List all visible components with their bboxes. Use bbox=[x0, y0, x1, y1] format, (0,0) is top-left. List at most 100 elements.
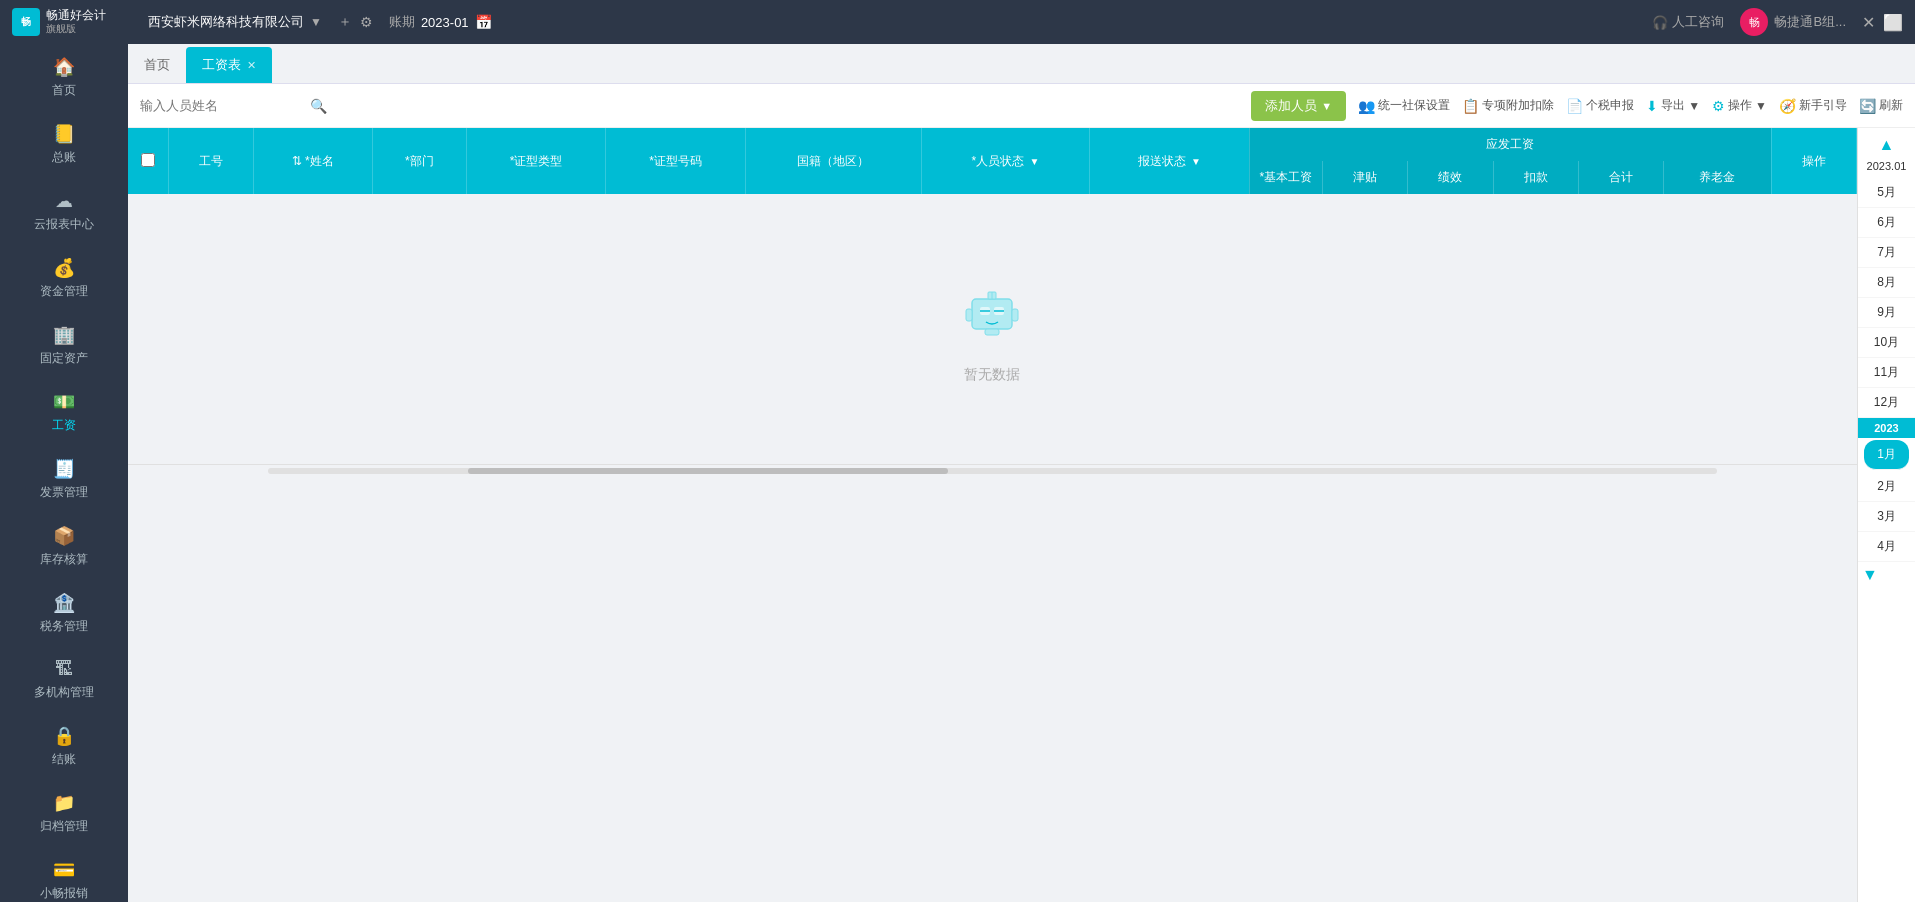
bottom-scrollbar[interactable] bbox=[128, 464, 1857, 476]
top-header: 畅 畅通好会计 旗舰版 西安虾米网络科技有限公司 ▼ ＋ ⚙ 账期 2023-0… bbox=[0, 0, 1915, 44]
panel-nav-down-button[interactable]: ▼ bbox=[1858, 562, 1915, 588]
toolbar: 🔍 添加人员 ▼ 👥 统一社保设置 📋 专项附加扣除 📄 个税申报 bbox=[128, 84, 1915, 128]
close-period-icon: 🔒 bbox=[53, 725, 75, 747]
salary-table: 工号 ⇅ *姓名 *部门 *证型类型 *证型号码 国籍（地区） *人员状态 ▼ bbox=[128, 128, 1857, 464]
sidebar-label-close: 结账 bbox=[52, 751, 76, 768]
search-input[interactable] bbox=[140, 98, 300, 113]
th-deduction: 扣款 bbox=[1493, 161, 1578, 194]
guide-toolbar-icon: 🧭 bbox=[1779, 98, 1796, 114]
social-settings-button[interactable]: 👥 统一社保设置 bbox=[1358, 97, 1450, 114]
sidebar-item-archive[interactable]: 📁 归档管理 bbox=[0, 780, 128, 847]
th-total: 合计 bbox=[1578, 161, 1663, 194]
add-company-button[interactable]: ＋ bbox=[338, 13, 352, 31]
operate-button[interactable]: ⚙ 操作 ▼ bbox=[1712, 97, 1767, 114]
company-name: 西安虾米网络科技有限公司 bbox=[148, 13, 304, 31]
toolbar-right: 添加人员 ▼ 👥 统一社保设置 📋 专项附加扣除 📄 个税申报 ⬇ bbox=[1251, 91, 1903, 121]
sidebar-item-home[interactable]: 🏠 首页 bbox=[0, 44, 128, 111]
panel-nav-up-button[interactable]: ▲ bbox=[1875, 132, 1899, 158]
month-item-6[interactable]: 6月 bbox=[1858, 208, 1915, 238]
sidebar-item-tax[interactable]: 🏦 税务管理 bbox=[0, 580, 128, 647]
th-performance: 绩效 bbox=[1408, 161, 1493, 194]
sidebar-item-multi[interactable]: 🏗 多机构管理 bbox=[0, 647, 128, 713]
deduct-button[interactable]: 📋 专项附加扣除 bbox=[1462, 97, 1554, 114]
period-value: 2023-01 bbox=[421, 15, 469, 30]
select-all-checkbox[interactable] bbox=[141, 153, 155, 167]
tax-report-button[interactable]: 📄 个税申报 bbox=[1566, 97, 1634, 114]
company-dropdown-icon[interactable]: ▼ bbox=[310, 15, 322, 29]
scroll-thumb[interactable] bbox=[468, 468, 948, 474]
sidebar-label-fund: 资金管理 bbox=[40, 283, 88, 300]
calendar-icon[interactable]: 📅 bbox=[475, 14, 492, 30]
sidebar-item-salary[interactable]: 💵 工资 bbox=[0, 379, 128, 446]
sidebar-label-salary: 工资 bbox=[52, 417, 76, 434]
tab-home-label: 首页 bbox=[144, 56, 170, 74]
right-panel-top: ▲ 2023.01 bbox=[1858, 128, 1915, 178]
close-window-button[interactable]: ✕ bbox=[1862, 13, 1875, 32]
sidebar-item-ledger[interactable]: 📒 总账 bbox=[0, 111, 128, 178]
th-status: *人员状态 ▼ bbox=[921, 128, 1089, 194]
empty-state-cell: 暂无数据 bbox=[128, 194, 1857, 464]
guide-button[interactable]: 🧭 新手引导 bbox=[1779, 97, 1847, 114]
month-item-9[interactable]: 9月 bbox=[1858, 298, 1915, 328]
sidebar: 🏠 首页 📒 总账 ☁ 云报表中心 💰 资金管理 🏢 固定资产 💵 工资 🧾 发… bbox=[0, 44, 128, 902]
add-person-label: 添加人员 bbox=[1265, 97, 1317, 115]
maximize-window-button[interactable]: ⬜ bbox=[1883, 13, 1903, 32]
deduct-label: 专项附加扣除 bbox=[1482, 97, 1554, 114]
month-item-11[interactable]: 11月 bbox=[1858, 358, 1915, 388]
sidebar-item-cloud[interactable]: ☁ 云报表中心 bbox=[0, 178, 128, 245]
month-item-3[interactable]: 3月 bbox=[1858, 502, 1915, 532]
month-item-4[interactable]: 4月 bbox=[1858, 532, 1915, 562]
sidebar-label-multi: 多机构管理 bbox=[34, 684, 94, 701]
logo-sub: 旗舰版 bbox=[46, 22, 106, 36]
user-area[interactable]: 畅 畅捷通B组... bbox=[1740, 8, 1846, 36]
tab-salary-table[interactable]: 工资表 ✕ bbox=[186, 47, 272, 83]
month-item-2[interactable]: 2月 bbox=[1858, 472, 1915, 502]
export-button[interactable]: ⬇ 导出 ▼ bbox=[1646, 97, 1700, 114]
sidebar-label-ledger: 总账 bbox=[52, 149, 76, 166]
sidebar-item-close[interactable]: 🔒 结账 bbox=[0, 713, 128, 780]
sidebar-label-invoice: 发票管理 bbox=[40, 484, 88, 501]
service-button[interactable]: 🎧 人工咨询 bbox=[1652, 13, 1724, 31]
th-pension: 养老金 bbox=[1663, 161, 1771, 194]
guide-label: 新手引导 bbox=[1799, 97, 1847, 114]
company-area[interactable]: 西安虾米网络科技有限公司 ▼ bbox=[148, 13, 322, 31]
sidebar-item-stock[interactable]: 📦 库存核算 bbox=[0, 513, 128, 580]
th-country: 国籍（地区） bbox=[745, 128, 921, 194]
filter-status-icon[interactable]: ▼ bbox=[1029, 156, 1039, 167]
settings-icon-button[interactable]: ⚙ bbox=[360, 14, 373, 30]
sidebar-item-invoice[interactable]: 🧾 发票管理 bbox=[0, 446, 128, 513]
month-item-7[interactable]: 7月 bbox=[1858, 238, 1915, 268]
th-dept: *部门 bbox=[372, 128, 466, 194]
svg-rect-6 bbox=[966, 309, 972, 321]
month-item-5[interactable]: 5月 bbox=[1858, 178, 1915, 208]
logo-area: 畅 畅通好会计 旗舰版 bbox=[12, 8, 140, 36]
expense-icon: 💳 bbox=[53, 859, 75, 881]
sidebar-item-expense[interactable]: 💳 小畅报销 bbox=[0, 847, 128, 902]
month-item-12[interactable]: 12月 bbox=[1858, 388, 1915, 418]
deduct-icon: 📋 bbox=[1462, 98, 1479, 114]
sidebar-label-archive: 归档管理 bbox=[40, 818, 88, 835]
add-person-button[interactable]: 添加人员 ▼ bbox=[1251, 91, 1346, 121]
export-dropdown-icon: ▼ bbox=[1688, 99, 1700, 113]
refresh-button[interactable]: 🔄 刷新 bbox=[1859, 97, 1903, 114]
tax-report-label: 个税申报 bbox=[1586, 97, 1634, 114]
header-right: 🎧 人工咨询 畅 畅捷通B组... ✕ ⬜ bbox=[1652, 8, 1903, 36]
month-item-8[interactable]: 8月 bbox=[1858, 268, 1915, 298]
month-item-1[interactable]: 1月 bbox=[1864, 440, 1909, 470]
th-allowance: 津贴 bbox=[1323, 161, 1408, 194]
th-salary-group: 应发工资 bbox=[1249, 128, 1771, 161]
archive-icon: 📁 bbox=[53, 792, 75, 814]
tab-home[interactable]: 首页 bbox=[128, 47, 186, 83]
export-label: 导出 bbox=[1661, 97, 1685, 114]
tab-close-icon[interactable]: ✕ bbox=[247, 59, 256, 72]
add-person-dropdown-icon: ▼ bbox=[1321, 100, 1332, 112]
month-item-10[interactable]: 10月 bbox=[1858, 328, 1915, 358]
filter-report-icon[interactable]: ▼ bbox=[1191, 156, 1201, 167]
right-panel: ▲ 2023.01 5月 6月 7月 8月 9月 10月 11月 12月 202… bbox=[1857, 128, 1915, 902]
year-badge[interactable]: 2023 bbox=[1858, 418, 1915, 438]
main-layout: 🏠 首页 📒 总账 ☁ 云报表中心 💰 资金管理 🏢 固定资产 💵 工资 🧾 发… bbox=[0, 44, 1915, 902]
content-area: 首页 工资表 ✕ 🔍 添加人员 ▼ 👥 统一社保设置 � bbox=[128, 44, 1915, 902]
th-checkbox[interactable] bbox=[128, 128, 168, 194]
sidebar-item-assets[interactable]: 🏢 固定资产 bbox=[0, 312, 128, 379]
sidebar-item-fund[interactable]: 💰 资金管理 bbox=[0, 245, 128, 312]
